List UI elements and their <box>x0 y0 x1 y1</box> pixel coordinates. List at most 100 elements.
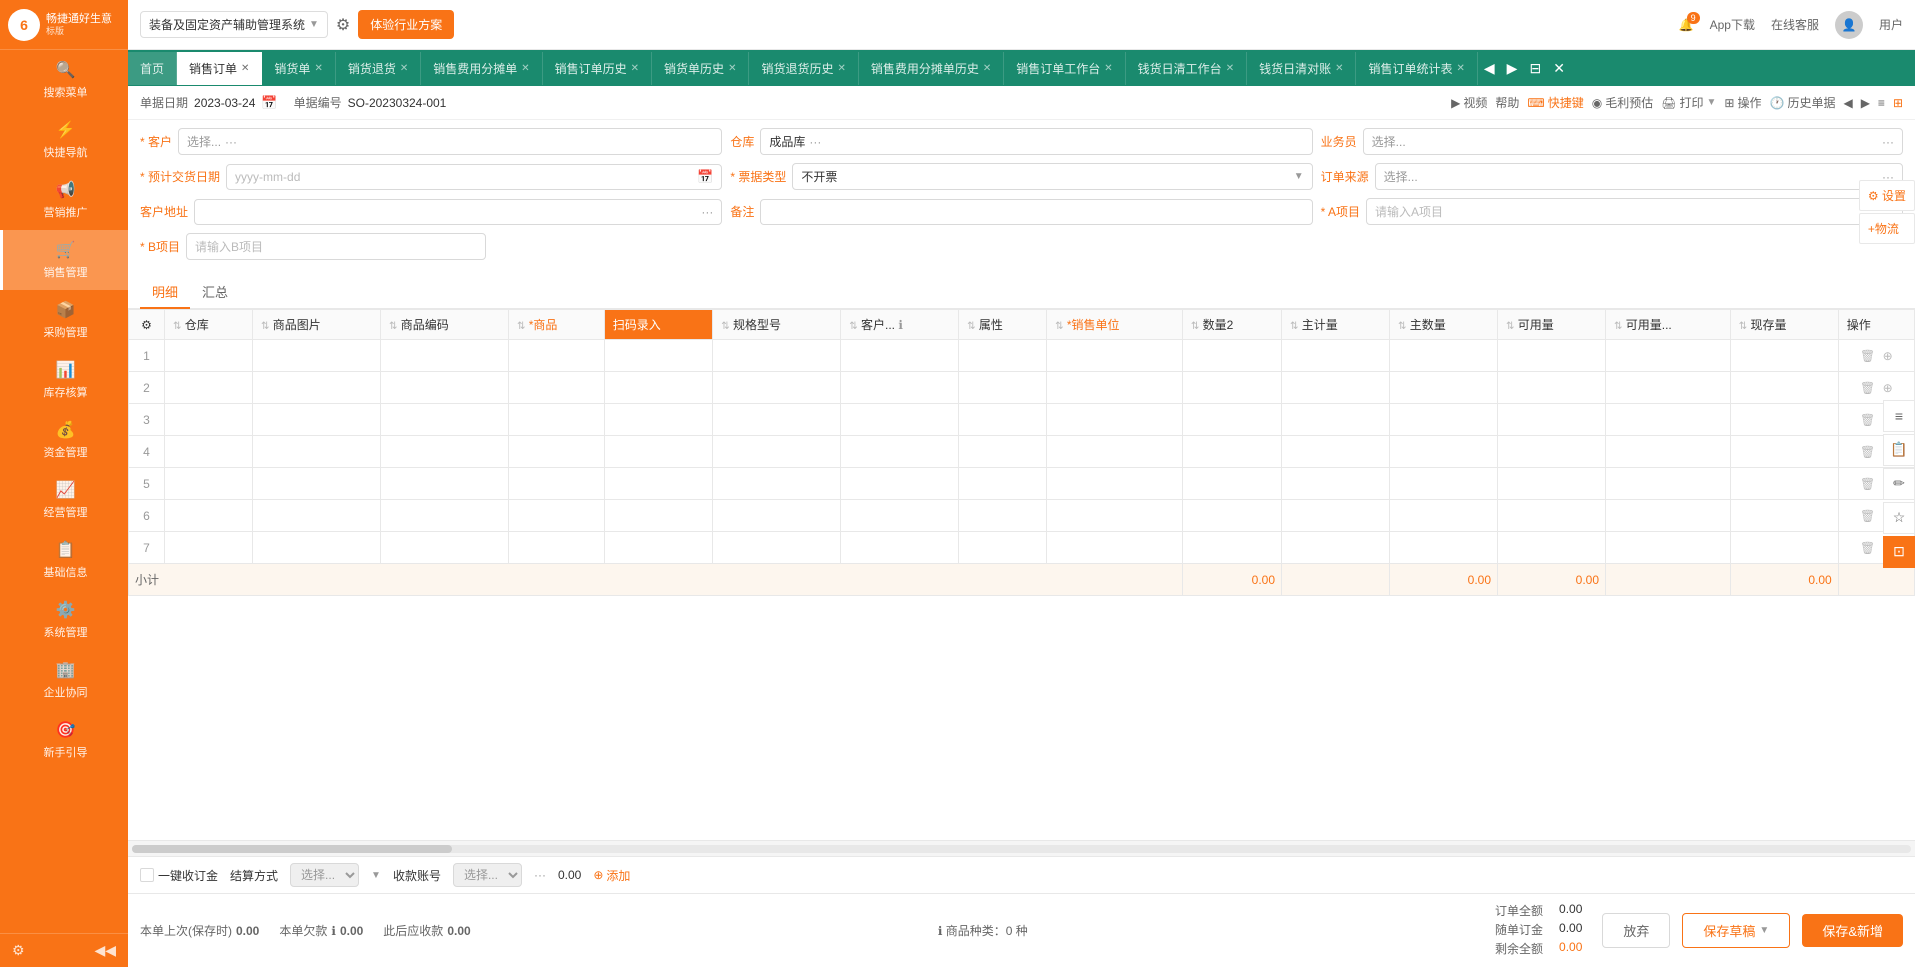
sidebar-item-finance[interactable]: 💰 资金管理 <box>0 410 128 470</box>
tab-sales-return[interactable]: 销货单 ✕ <box>262 52 335 85</box>
salesperson-dots-icon[interactable]: ··· <box>1882 135 1894 149</box>
b-project-input[interactable]: 请输入B项目 <box>186 233 486 260</box>
tab-close-icon[interactable]: ✕ <box>314 63 322 74</box>
col-warehouse[interactable]: ⇅ 仓库 <box>165 310 253 340</box>
tab-close-icon[interactable]: ✕ <box>728 63 736 74</box>
tab-close-icon[interactable]: ✕ <box>241 63 249 74</box>
row-copy-icon[interactable]: ⊕ <box>1883 381 1893 395</box>
tab-expand-btn[interactable]: ⊟ <box>1523 56 1547 81</box>
delivery-date-input[interactable]: yyyy-mm-dd 📅 <box>226 164 722 190</box>
tab-close-icon[interactable]: ✕ <box>400 63 408 74</box>
tab-sales-return-history[interactable]: 销货单历史 ✕ <box>652 52 749 85</box>
sidebar-item-basic-info[interactable]: 📋 基础信息 <box>0 530 128 590</box>
sidebar-item-inventory[interactable]: 📊 库存核算 <box>0 350 128 410</box>
address-input[interactable]: ··· <box>194 199 722 225</box>
tab-cash-reconcile[interactable]: 钱货日清对账 ✕ <box>1247 52 1356 85</box>
delivery-calendar-icon[interactable]: 📅 <box>697 169 713 185</box>
col-main-qty[interactable]: ⇅ 主数量 <box>1390 310 1498 340</box>
tab-sales-fee-split[interactable]: 销售费用分摊单 ✕ <box>421 52 542 85</box>
remarks-input[interactable] <box>760 199 1312 225</box>
account-dots-icon[interactable]: ··· <box>534 868 546 882</box>
float-btn-3[interactable]: ✏ <box>1883 468 1915 500</box>
detail-tab-detail[interactable]: 明细 <box>140 276 190 309</box>
tab-next-btn[interactable]: ▶ <box>1501 56 1524 81</box>
view-btn[interactable]: ▶ 视频 <box>1451 94 1487 111</box>
row-delete-icon[interactable]: 🗑 <box>1860 477 1875 491</box>
print-btn[interactable]: 🖨 打印 ▼ <box>1661 94 1716 111</box>
scroll-thumb[interactable] <box>132 845 452 853</box>
salesperson-input[interactable]: 选择... ··· <box>1363 128 1903 155</box>
tab-close-icon[interactable]: ✕ <box>1226 63 1234 74</box>
tab-close-icon[interactable]: ✕ <box>1104 63 1112 74</box>
warehouse-input[interactable]: 成品库 ··· <box>760 128 1312 155</box>
settings-panel-btn[interactable]: ⚙ 设置 <box>1859 180 1915 211</box>
row-delete-icon[interactable]: 🗑 <box>1860 349 1875 363</box>
row-customer-code[interactable] <box>841 340 959 372</box>
a-project-input[interactable]: 请输入A项目 <box>1366 198 1903 225</box>
tab-sales-return2[interactable]: 销货退货 ✕ <box>336 52 421 85</box>
add-material-btn[interactable]: +物流 <box>1859 213 1915 244</box>
float-btn-5[interactable]: ⊡ <box>1883 536 1915 568</box>
app-selector[interactable]: 装备及固定资产辅助管理系统 ▼ <box>140 11 328 38</box>
horizontal-scrollbar[interactable] <box>128 840 1915 856</box>
row-stock[interactable] <box>1730 340 1838 372</box>
sidebar-item-enterprise[interactable]: 🏢 企业协同 <box>0 650 128 710</box>
tab-home[interactable]: 首页 <box>128 52 177 85</box>
tab-close-all-btn[interactable]: ✕ <box>1547 56 1571 81</box>
tab-close-icon[interactable]: ✕ <box>983 63 991 74</box>
sidebar-item-quick-nav[interactable]: ⚡ 快捷导航 <box>0 110 128 170</box>
warehouse-dots-icon[interactable]: ··· <box>809 135 821 149</box>
customer-dots-icon[interactable]: ··· <box>225 135 237 149</box>
col-spec[interactable]: ⇅ 规格型号 <box>713 310 841 340</box>
industry-btn[interactable]: 体验行业方案 <box>358 10 454 39</box>
calendar-icon[interactable]: 📅 <box>261 95 277 111</box>
row-scan[interactable] <box>604 340 712 372</box>
sidebar-settings-icon[interactable]: ⚙ <box>12 942 25 959</box>
sidebar-item-guide[interactable]: 🎯 新手引导 <box>0 710 128 770</box>
tab-close-icon[interactable]: ✕ <box>1457 63 1465 74</box>
detail-tab-summary[interactable]: 汇总 <box>190 276 240 309</box>
discard-btn[interactable]: 放弃 <box>1602 913 1670 948</box>
one-key-field[interactable]: 一键收订金 <box>140 867 218 884</box>
float-btn-2[interactable]: 📋 <box>1883 434 1915 466</box>
tab-sales-order[interactable]: 销售订单 ✕ <box>177 52 262 85</box>
avatar[interactable]: 👤 <box>1835 11 1863 39</box>
customer-input[interactable]: 选择... ··· <box>178 128 722 155</box>
row-delete-icon[interactable]: 🗑 <box>1860 413 1875 427</box>
row-main-unit[interactable] <box>1282 340 1390 372</box>
sidebar-item-operations[interactable]: 📈 经营管理 <box>0 470 128 530</box>
one-key-checkbox[interactable] <box>140 868 154 882</box>
col-stock[interactable]: ⇅ 现存量 <box>1730 310 1838 340</box>
tab-sales-stats[interactable]: 销售订单统计表 ✕ <box>1356 52 1477 85</box>
col-available2[interactable]: ⇅ 可用量... <box>1606 310 1731 340</box>
sidebar-item-sales[interactable]: 🛒 销售管理 <box>0 230 128 290</box>
col-attributes[interactable]: ⇅ 属性 <box>959 310 1047 340</box>
tab-close-icon[interactable]: ✕ <box>521 63 529 74</box>
tab-sales-fee-history[interactable]: 销售费用分摊单历史 ✕ <box>859 52 1004 85</box>
row-main-qty[interactable] <box>1390 340 1498 372</box>
tab-cash-daily[interactable]: 钱货日清工作台 ✕ <box>1126 52 1247 85</box>
float-btn-4[interactable]: ☆ <box>1883 502 1915 534</box>
col-main-unit[interactable]: ⇅ 主计量 <box>1282 310 1390 340</box>
history-btn[interactable]: 🕐 历史单据 <box>1769 94 1835 111</box>
tab-prev-btn[interactable]: ◀ <box>1478 56 1501 81</box>
notification-bell[interactable]: 🔔 9 <box>1679 18 1694 32</box>
row-attributes[interactable] <box>959 340 1047 372</box>
tab-sales-return2-history[interactable]: 销货退货历史 ✕ <box>749 52 858 85</box>
tab-sales-workbench[interactable]: 销售订单工作台 ✕ <box>1004 52 1125 85</box>
save-draft-btn[interactable]: 保存草稿 ▼ <box>1682 913 1790 948</box>
add-btn[interactable]: ⊕ 添加 <box>593 867 630 884</box>
address-dots-icon[interactable]: ··· <box>701 205 713 219</box>
tab-close-icon[interactable]: ✕ <box>837 63 845 74</box>
order-source-input[interactable]: 选择... ··· <box>1375 163 1903 190</box>
settlement-select[interactable]: 选择... <box>290 863 359 887</box>
invoice-type-select[interactable]: 不开票 ▼ <box>792 163 1312 190</box>
sidebar-item-purchase[interactable]: 📦 采购管理 <box>0 290 128 350</box>
row-product[interactable] <box>509 340 605 372</box>
row-copy-icon[interactable]: ⊕ <box>1883 349 1893 363</box>
row-delete-icon[interactable]: 🗑 <box>1860 541 1875 555</box>
grid-view-btn[interactable]: ⊞ <box>1893 96 1903 110</box>
app-download-link[interactable]: App下载 <box>1710 16 1755 33</box>
col-customer-code[interactable]: ⇅ 客户... ℹ <box>841 310 959 340</box>
nav-prev-btn[interactable]: ◀ <box>1843 96 1852 110</box>
